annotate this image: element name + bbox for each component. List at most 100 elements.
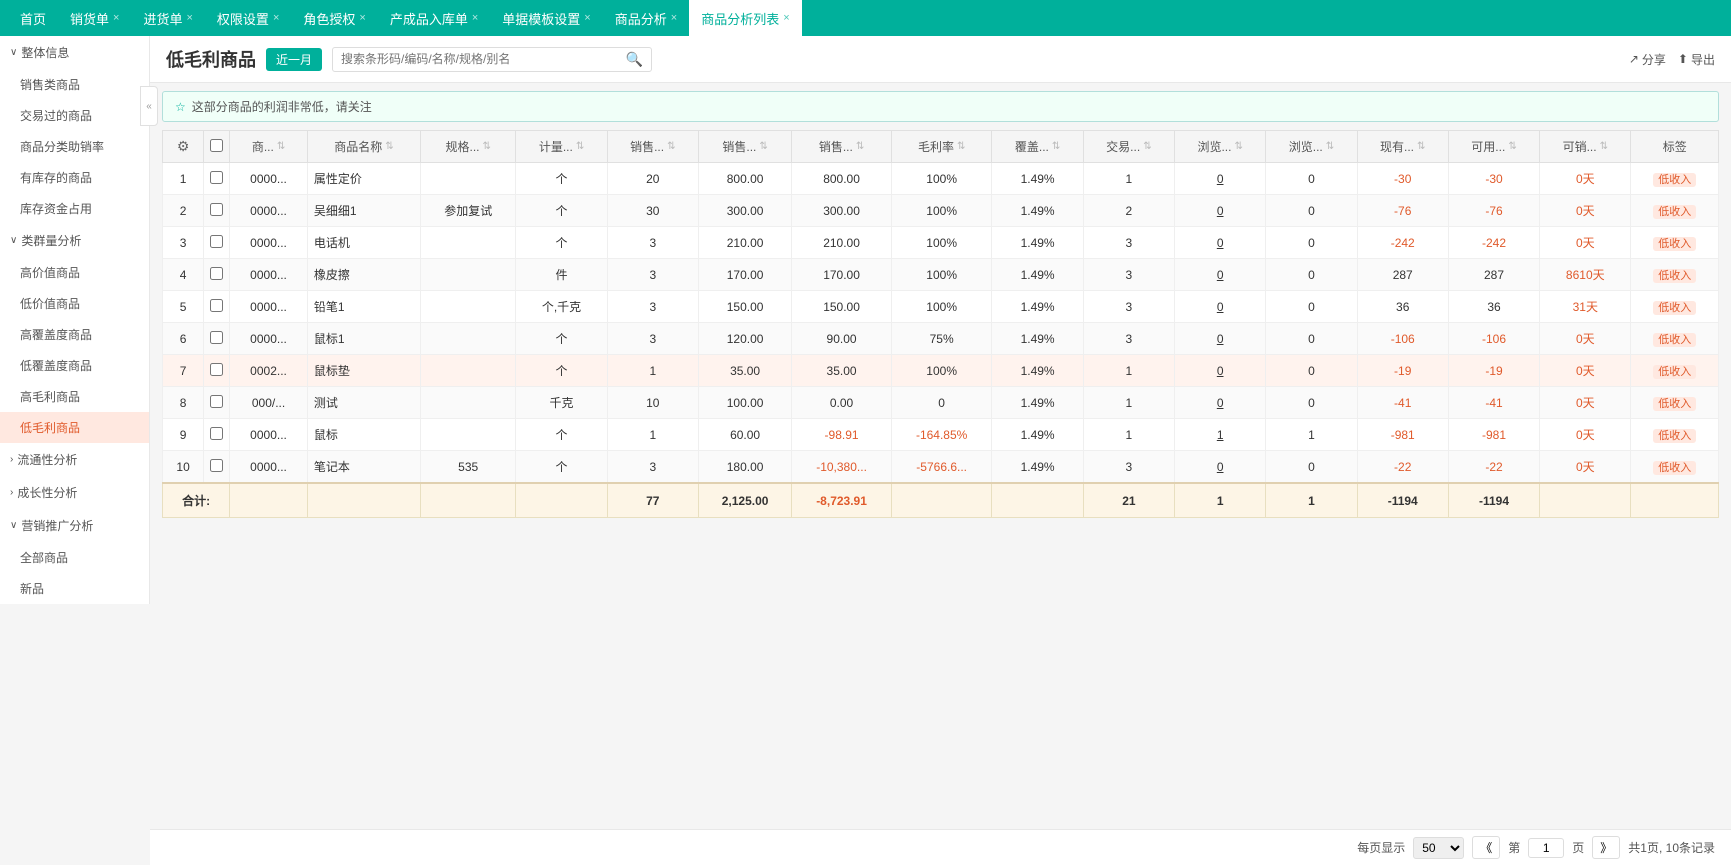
nav-role[interactable]: 角色授权 × bbox=[291, 0, 377, 36]
sidebar-item-new-goods[interactable]: 新品 bbox=[0, 573, 149, 604]
col-tag[interactable]: 标签 bbox=[1631, 131, 1719, 163]
page-number-input[interactable] bbox=[1528, 838, 1564, 858]
per-page-select[interactable]: 50 20 100 bbox=[1413, 837, 1464, 859]
close-icon[interactable]: × bbox=[671, 12, 677, 24]
row-checkbox-cell[interactable] bbox=[204, 355, 230, 387]
close-icon[interactable]: × bbox=[359, 12, 365, 24]
close-icon[interactable]: × bbox=[584, 12, 590, 24]
sidebar-item-high-coverage[interactable]: 高覆盖度商品 bbox=[0, 319, 149, 350]
search-icon[interactable]: 🔍 bbox=[626, 51, 643, 68]
sidebar-item-low-margin[interactable]: 低毛利商品 bbox=[0, 412, 149, 443]
sidebar-item-all-goods[interactable]: 全部商品 bbox=[0, 542, 149, 573]
row-view1[interactable]: 0 bbox=[1175, 195, 1266, 227]
row-checkbox-cell[interactable] bbox=[204, 419, 230, 451]
col-sales-profit[interactable]: 销售...⇅ bbox=[792, 131, 892, 163]
row-checkbox-cell[interactable] bbox=[204, 323, 230, 355]
sidebar-item-traded-goods[interactable]: 交易过的商品 bbox=[0, 100, 149, 131]
export-button[interactable]: ⬆ 导出 bbox=[1678, 51, 1715, 68]
col-gross-margin[interactable]: 毛利率⇅ bbox=[891, 131, 992, 163]
sidebar-group-cluster[interactable]: ∨ 类群量分析 bbox=[0, 224, 149, 257]
prev-page-button[interactable]: 《 bbox=[1472, 836, 1500, 859]
row-coverage: 1.49% bbox=[992, 259, 1083, 291]
nav-purchase[interactable]: 进货单 × bbox=[131, 0, 204, 36]
sidebar-group-marketing[interactable]: ∨ 营销推广分析 bbox=[0, 509, 149, 542]
col-saleable[interactable]: 可销...⇅ bbox=[1540, 131, 1631, 163]
close-icon[interactable]: × bbox=[273, 12, 279, 24]
row-checkbox-cell[interactable] bbox=[204, 291, 230, 323]
row-view1[interactable]: 0 bbox=[1175, 291, 1266, 323]
row-view1[interactable]: 0 bbox=[1175, 163, 1266, 195]
row-checkbox[interactable] bbox=[210, 331, 223, 344]
row-available: -41 bbox=[1448, 387, 1539, 419]
row-checkbox[interactable] bbox=[210, 363, 223, 376]
col-current-stock[interactable]: 现有...⇅ bbox=[1357, 131, 1448, 163]
sidebar-item-high-margin[interactable]: 高毛利商品 bbox=[0, 381, 149, 412]
close-icon[interactable]: × bbox=[113, 12, 119, 24]
settings-icon[interactable]: ⚙ bbox=[177, 138, 190, 154]
row-checkbox[interactable] bbox=[210, 299, 223, 312]
close-icon[interactable]: × bbox=[783, 12, 789, 24]
row-checkbox[interactable] bbox=[210, 267, 223, 280]
sidebar-item-low-value[interactable]: 低价值商品 bbox=[0, 288, 149, 319]
sidebar-wrapper: ∨ 整体信息 销售类商品 交易过的商品 商品分类助销率 有库存的商品 库存资金占… bbox=[0, 36, 150, 865]
sidebar-item-high-value[interactable]: 高价值商品 bbox=[0, 257, 149, 288]
col-checkbox[interactable] bbox=[204, 131, 230, 163]
row-checkbox-cell[interactable] bbox=[204, 163, 230, 195]
sidebar-item-sales-goods[interactable]: 销售类商品 bbox=[0, 69, 149, 100]
close-icon[interactable]: × bbox=[472, 12, 478, 24]
nav-template[interactable]: 单据模板设置 × bbox=[490, 0, 602, 36]
row-checkbox[interactable] bbox=[210, 235, 223, 248]
row-view1[interactable]: 0 bbox=[1175, 387, 1266, 419]
nav-analysis-list[interactable]: 商品分析列表 × bbox=[689, 0, 801, 36]
col-settings[interactable]: ⚙ bbox=[163, 131, 204, 163]
sidebar-group-overall[interactable]: ∨ 整体信息 bbox=[0, 36, 149, 69]
row-checkbox-cell[interactable] bbox=[204, 387, 230, 419]
row-available: -22 bbox=[1448, 451, 1539, 484]
row-view1[interactable]: 0 bbox=[1175, 227, 1266, 259]
col-view2[interactable]: 浏览...⇅ bbox=[1266, 131, 1357, 163]
close-icon[interactable]: × bbox=[186, 12, 192, 24]
nav-permission[interactable]: 权限设置 × bbox=[205, 0, 291, 36]
row-checkbox[interactable] bbox=[210, 171, 223, 184]
row-checkbox-cell[interactable] bbox=[204, 227, 230, 259]
sidebar-item-category-rate[interactable]: 商品分类助销率 bbox=[0, 131, 149, 162]
col-trade-count[interactable]: 交易...⇅ bbox=[1083, 131, 1174, 163]
row-checkbox[interactable] bbox=[210, 395, 223, 408]
row-view1[interactable]: 0 bbox=[1175, 323, 1266, 355]
date-filter-button[interactable]: 近一月 bbox=[266, 48, 322, 71]
sidebar-collapse-button[interactable]: « bbox=[140, 86, 158, 126]
row-checkbox-cell[interactable] bbox=[204, 195, 230, 227]
col-sales-amount[interactable]: 销售...⇅ bbox=[698, 131, 791, 163]
col-sales-qty[interactable]: 销售...⇅ bbox=[607, 131, 698, 163]
col-available[interactable]: 可用...⇅ bbox=[1448, 131, 1539, 163]
sidebar-item-low-coverage[interactable]: 低覆盖度商品 bbox=[0, 350, 149, 381]
col-spec[interactable]: 规格...⇅ bbox=[421, 131, 516, 163]
share-button[interactable]: ↗ 分享 bbox=[1629, 51, 1666, 68]
search-input[interactable] bbox=[341, 52, 622, 66]
col-unit[interactable]: 计量...⇅ bbox=[516, 131, 607, 163]
sidebar-item-in-stock[interactable]: 有库存的商品 bbox=[0, 162, 149, 193]
nav-sales[interactable]: 销货单 × bbox=[58, 0, 131, 36]
col-coverage[interactable]: 覆盖...⇅ bbox=[992, 131, 1083, 163]
nav-home[interactable]: 首页 bbox=[8, 0, 58, 36]
sidebar-group-growth[interactable]: › 成长性分析 bbox=[0, 476, 149, 509]
col-code[interactable]: 商...⇅ bbox=[230, 131, 308, 163]
row-view1[interactable]: 0 bbox=[1175, 355, 1266, 387]
sidebar-group-flow[interactable]: › 流通性分析 bbox=[0, 443, 149, 476]
row-checkbox[interactable] bbox=[210, 459, 223, 472]
row-checkbox[interactable] bbox=[210, 427, 223, 440]
col-name[interactable]: 商品名称⇅ bbox=[307, 131, 420, 163]
next-page-button[interactable]: 》 bbox=[1592, 836, 1620, 859]
row-checkbox-cell[interactable] bbox=[204, 259, 230, 291]
row-view1[interactable]: 0 bbox=[1175, 259, 1266, 291]
row-checkbox-cell[interactable] bbox=[204, 451, 230, 484]
row-view1[interactable]: 1 bbox=[1175, 419, 1266, 451]
nav-analysis[interactable]: 商品分析 × bbox=[603, 0, 689, 36]
row-sales-profit: 210.00 bbox=[792, 227, 892, 259]
row-checkbox[interactable] bbox=[210, 203, 223, 216]
col-view1[interactable]: 浏览...⇅ bbox=[1175, 131, 1266, 163]
nav-product-in[interactable]: 产成品入库单 × bbox=[378, 0, 490, 36]
row-view1[interactable]: 0 bbox=[1175, 451, 1266, 484]
sidebar-item-stock-fund[interactable]: 库存资金占用 bbox=[0, 193, 149, 224]
select-all-checkbox[interactable] bbox=[210, 139, 223, 152]
